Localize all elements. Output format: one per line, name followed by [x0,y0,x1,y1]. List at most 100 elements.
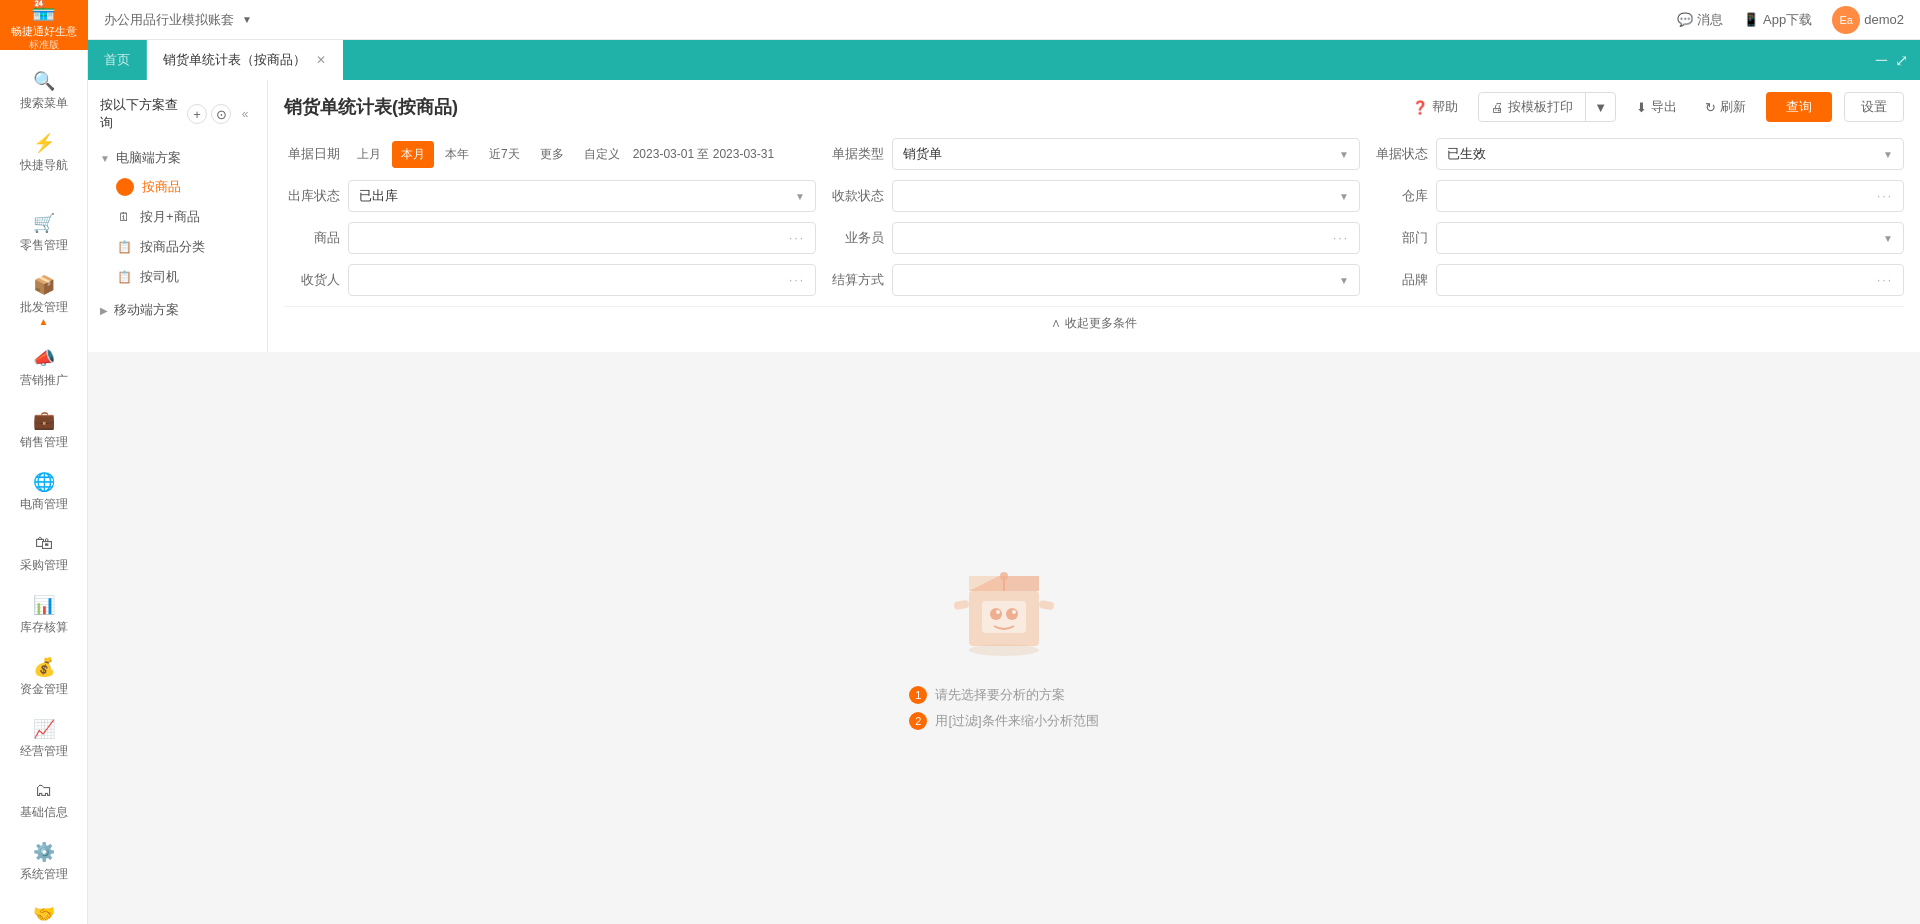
sidebar-item-operation[interactable]: 📈 经营管理 [0,708,87,770]
top-header: 办公用品行业模拟账套 ▼ 💬 消息 📱 App下载 Ea demo2 [88,0,1920,40]
print-template-btn[interactable]: 🖨 按模板打印 [1479,93,1586,121]
search-menu-item[interactable]: 🔍 搜索菜单 [0,60,87,122]
sidebar-item-system[interactable]: ⚙️ 系统管理 [0,831,87,893]
scheme-item-by-product[interactable]: 按 按商品 [88,172,267,202]
scheme-settings-btn[interactable]: ⊙ [211,104,231,124]
date-filter-group: 上月 本月 本年 近7天 更多 自定义 2023-03-01 至 2023-03… [348,141,816,168]
payment-control[interactable]: ▼ [892,264,1360,296]
warehouse-dots: ··· [1877,189,1893,203]
product-control[interactable]: ··· [348,222,816,254]
sidebar-search-section: 🔍 搜索菜单 ⚡ 快捷导航 [0,50,87,194]
warehouse-label: 仓库 [1372,187,1428,205]
app-logo[interactable]: 🏪 畅捷通好生意 标准版 [0,0,88,50]
help-label: 帮助 [1432,98,1458,116]
scheme-item-by-cashier[interactable]: 📋 按司机 [88,262,267,292]
search-icon: 🔍 [33,70,55,92]
print-dropdown-btn[interactable]: ▼ [1586,95,1615,120]
out-status-control[interactable]: 已出库 ▼ [348,180,816,212]
settings-btn[interactable]: 设置 [1844,92,1904,122]
scheme-add-btn[interactable]: + [187,104,207,124]
doc-status-value: 已生效 [1447,145,1486,163]
date-tab-custom[interactable]: 自定义 [575,141,629,168]
date-tab-last-month[interactable]: 上月 [348,141,390,168]
quick-nav-label: 快捷导航 [20,157,68,174]
payment-arrow: ▼ [1339,275,1349,286]
sidebar-item-finance[interactable]: 💰 资金管理 [0,646,87,708]
doc-status-control[interactable]: 已生效 ▼ [1436,138,1904,170]
scheme-item-by-month-product[interactable]: 🗓 按月+商品 [88,202,267,232]
query-btn[interactable]: 查询 [1766,92,1832,122]
date-label: 单据日期 [284,145,340,163]
date-range-text: 2023-03-01 至 2023-03-31 [633,146,774,163]
message-btn[interactable]: 💬 消息 [1677,11,1723,29]
finance-icon: 💰 [33,656,55,678]
export-btn[interactable]: ⬇ 导出 [1628,94,1685,120]
tab-sales-stats[interactable]: 销货单统计表（按商品） ✕ [147,40,343,80]
workspace-name: 办公用品行业模拟账套 [104,11,234,29]
sidebar-item-purchase[interactable]: 🛍 采购管理 [0,523,87,584]
tab-close-btn[interactable]: ✕ [316,53,326,67]
enterprise-icon: 🤝 [33,903,55,924]
scheme-group-mobile-header[interactable]: ▶ 移动端方案 [88,296,267,324]
page-title: 销货单统计表(按商品) [284,95,458,119]
sidebar-item-inventory[interactable]: 📊 库存核算 [0,584,87,646]
help-icon: ❓ [1412,100,1428,115]
date-tab-more[interactable]: 更多 [531,141,573,168]
print-label: 按模板打印 [1508,98,1573,116]
department-label: 部门 [1372,229,1428,247]
refresh-btn[interactable]: ↻ 刷新 [1697,94,1754,120]
group-mobile-label: 移动端方案 [114,301,179,319]
app-download-icon: 📱 [1743,12,1759,27]
user-profile-btn[interactable]: Ea demo2 [1832,6,1904,34]
scheme-group-desktop-header[interactable]: ▼ 电脑端方案 [88,144,267,172]
marketing-icon: 📣 [33,347,55,369]
filter-row-1: 单据日期 上月 本月 本年 近7天 更多 自定义 2023-03-01 至 20… [284,138,1904,170]
app-download-btn[interactable]: 📱 App下载 [1743,11,1812,29]
query-label: 查询 [1786,98,1812,116]
tab-minimize-btn[interactable]: ─ [1876,51,1887,69]
salesman-label: 业务员 [828,229,884,247]
basic-icon: 🗂 [35,780,53,801]
sidebar-item-enterprise[interactable]: 🤝 企业协同 [0,893,87,924]
refresh-icon: ↻ [1705,100,1716,115]
doc-type-control[interactable]: 销货单 ▼ [892,138,1360,170]
filter-payment: 结算方式 ▼ [828,264,1360,296]
tab-expand-btn[interactable]: ⤢ [1895,51,1908,70]
sidebar-item-ecommerce[interactable]: 🌐 电商管理 [0,461,87,523]
quick-nav-icon: ⚡ [33,132,55,154]
sales-label: 销售管理 [20,434,68,451]
sidebar-item-sales[interactable]: 💼 销售管理 [0,399,87,461]
tip-1-num: 1 [909,686,927,704]
page-title-row: 销货单统计表(按商品) ❓ 帮助 🖨 按模板打印 ▼ [284,92,1904,122]
consignee-control[interactable]: ··· [348,264,816,296]
warehouse-control[interactable]: ··· [1436,180,1904,212]
quick-nav-item[interactable]: ⚡ 快捷导航 [0,122,87,184]
scheme-group-desktop: ▼ 电脑端方案 按 按商品 🗓 按月+商品 📋 [88,142,267,294]
tab-home[interactable]: 首页 [88,40,147,80]
workspace-dropdown-icon[interactable]: ▼ [242,14,252,25]
scheme-item-by-category[interactable]: 📋 按商品分类 [88,232,267,262]
doc-status-arrow: ▼ [1883,149,1893,160]
tab-sales-stats-label: 销货单统计表（按商品） [163,51,306,69]
brand-control[interactable]: ··· [1436,264,1904,296]
system-label: 系统管理 [20,866,68,883]
tab-home-label: 首页 [104,51,130,69]
finance-label: 资金管理 [20,681,68,698]
sidebar-item-basic[interactable]: 🗂 基础信息 [0,770,87,831]
collapse-bar[interactable]: ∧ 收起更多条件 [284,306,1904,340]
sidebar-item-retail[interactable]: 🛒 零售管理 [0,202,87,264]
filter-consignee: 收货人 ··· [284,264,816,296]
date-tab-this-year[interactable]: 本年 [436,141,478,168]
sidebar-item-wholesale[interactable]: 📦 批发管理 ▲ [0,264,87,337]
department-control[interactable]: ▼ [1436,222,1904,254]
sidebar-item-marketing[interactable]: 📣 营销推广 [0,337,87,399]
product-dots: ··· [789,231,805,245]
scheme-collapse-btn[interactable]: « [235,104,255,124]
filter-date: 单据日期 上月 本月 本年 近7天 更多 自定义 2023-03-01 至 20… [284,141,816,168]
receipt-status-control[interactable]: ▼ [892,180,1360,212]
svg-rect-9 [1038,600,1054,610]
date-tab-this-month[interactable]: 本月 [392,141,434,168]
salesman-control[interactable]: ··· [892,222,1360,254]
help-btn[interactable]: ❓ 帮助 [1404,94,1466,120]
date-tab-7days[interactable]: 近7天 [480,141,529,168]
